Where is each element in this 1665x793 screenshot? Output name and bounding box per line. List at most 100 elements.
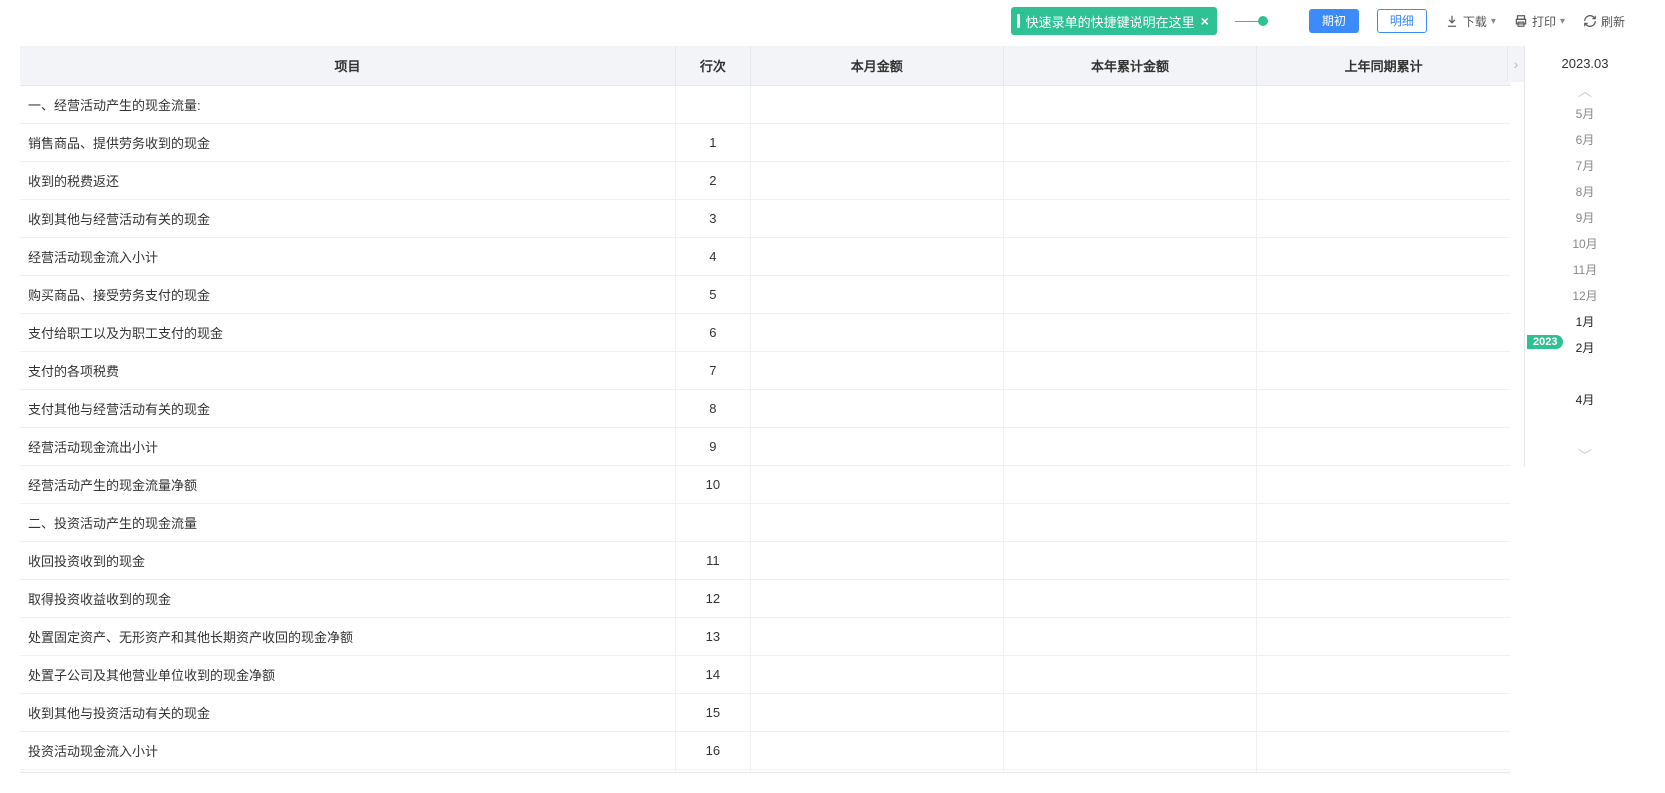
table-row[interactable]: 收到其他与投资活动有关的现金15	[20, 694, 1510, 732]
table-row[interactable]: 投资活动现金流入小计16	[20, 732, 1510, 770]
table-row[interactable]: 销售商品、提供劳务收到的现金1	[20, 124, 1510, 162]
cell-rownum: 4	[676, 238, 751, 276]
table-row[interactable]: 收到其他与经营活动有关的现金3	[20, 200, 1510, 238]
month-item[interactable]: 1月	[1525, 309, 1645, 335]
table-row[interactable]: 收到的税费返还2	[20, 162, 1510, 200]
cell-year	[1003, 504, 1256, 542]
table-row[interactable]: 经营活动产生的现金流量净额10	[20, 466, 1510, 504]
col-item: 项目	[20, 46, 676, 86]
cell-item: 二、投资活动产生的现金流量	[20, 504, 676, 542]
table-row[interactable]: 经营活动现金流入小计4	[20, 238, 1510, 276]
cell-month	[750, 276, 1003, 314]
table-row[interactable]: 处置子公司及其他营业单位收到的现金净额14	[20, 656, 1510, 694]
download-button[interactable]: 下载 ▾	[1445, 13, 1496, 30]
cell-month	[750, 542, 1003, 580]
cell-rownum: 6	[676, 314, 751, 352]
cell-month	[750, 770, 1003, 773]
mingxi-button[interactable]: 明细	[1377, 9, 1427, 33]
close-icon[interactable]: ×	[1201, 13, 1209, 29]
month-item[interactable]: 12月	[1525, 283, 1645, 309]
table-row[interactable]: 二、投资活动产生的现金流量	[20, 504, 1510, 542]
download-label: 下载	[1463, 13, 1487, 30]
table-row[interactable]: 购建固定资产、无形资产和其他长期资产所支付的现金17	[20, 770, 1510, 773]
month-item[interactable]: 10月	[1525, 231, 1645, 257]
col-month: 本月金额	[750, 46, 1003, 86]
month-item[interactable]: 7月	[1525, 153, 1645, 179]
col-last: 上年同期累计	[1257, 46, 1510, 86]
table-row[interactable]: 一、经营活动产生的现金流量:	[20, 86, 1510, 124]
cell-month	[750, 618, 1003, 656]
month-label: 8月	[1576, 185, 1595, 199]
tip-connector	[1235, 21, 1263, 22]
cell-rownum: 17	[676, 770, 751, 773]
refresh-icon	[1583, 14, 1597, 28]
table-row[interactable]: 处置固定资产、无形资产和其他长期资产收回的现金净额13	[20, 618, 1510, 656]
month-item[interactable]: 8月	[1525, 179, 1645, 205]
qichu-button[interactable]: 期初	[1309, 9, 1359, 33]
year-badge: 2023	[1527, 335, 1563, 349]
cell-last	[1257, 238, 1510, 276]
cell-last	[1257, 542, 1510, 580]
cell-item: 收到其他与经营活动有关的现金	[20, 200, 676, 238]
cell-month	[750, 732, 1003, 770]
cell-last	[1257, 770, 1510, 773]
cell-item: 支付给职工以及为职工支付的现金	[20, 314, 676, 352]
cell-last	[1257, 694, 1510, 732]
table-row[interactable]: 收回投资收到的现金11	[20, 542, 1510, 580]
table-row[interactable]: 取得投资收益收到的现金12	[20, 580, 1510, 618]
cell-item: 购买商品、接受劳务支付的现金	[20, 276, 676, 314]
chevron-down-icon: ▾	[1491, 16, 1496, 27]
cell-month	[750, 428, 1003, 466]
cell-month	[750, 694, 1003, 732]
month-label: 5月	[1576, 107, 1595, 121]
cell-last	[1257, 618, 1510, 656]
table-row[interactable]: 支付其他与经营活动有关的现金8	[20, 390, 1510, 428]
print-button[interactable]: 打印 ▾	[1514, 13, 1565, 30]
month-item[interactable]: 5月	[1525, 101, 1645, 127]
cell-item: 收到其他与投资活动有关的现金	[20, 694, 676, 732]
cell-year	[1003, 314, 1256, 352]
month-item[interactable]: 3月	[1525, 361, 1645, 387]
month-item[interactable]: 11月	[1525, 257, 1645, 283]
table-row[interactable]: 支付的各项税费7	[20, 352, 1510, 390]
month-item[interactable]: 9月	[1525, 205, 1645, 231]
cell-year	[1003, 428, 1256, 466]
cell-rownum: 16	[676, 732, 751, 770]
cell-month	[750, 656, 1003, 694]
cell-month	[750, 124, 1003, 162]
app-root: 快速录单的快捷键说明在这里 × 期初 明细 下载 ▾ 打印 ▾ 刷新 ›	[0, 0, 1665, 793]
tip-pill: 快速录单的快捷键说明在这里 ×	[1011, 7, 1217, 35]
cell-rownum: 9	[676, 428, 751, 466]
cell-year	[1003, 466, 1256, 504]
table-row[interactable]: 购买商品、接受劳务支付的现金5	[20, 276, 1510, 314]
refresh-button[interactable]: 刷新	[1583, 13, 1625, 30]
cell-last	[1257, 352, 1510, 390]
cell-rownum: 3	[676, 200, 751, 238]
cell-last	[1257, 124, 1510, 162]
cell-item: 销售商品、提供劳务收到的现金	[20, 124, 676, 162]
scroll-up-button[interactable]: ︿	[1525, 81, 1645, 101]
cell-item: 收回投资收到的现金	[20, 542, 676, 580]
cell-item: 经营活动产生的现金流量净额	[20, 466, 676, 504]
scroll-down-button[interactable]: ﹀	[1525, 446, 1645, 466]
cell-rownum: 15	[676, 694, 751, 732]
print-icon	[1514, 14, 1528, 28]
month-item[interactable]: 4月	[1525, 387, 1645, 413]
cell-month	[750, 314, 1003, 352]
refresh-label: 刷新	[1601, 13, 1625, 30]
cell-last	[1257, 580, 1510, 618]
collapse-chevron[interactable]: ›	[1507, 46, 1524, 82]
cell-rownum: 14	[676, 656, 751, 694]
cell-rownum: 2	[676, 162, 751, 200]
month-item[interactable]: 6月	[1525, 127, 1645, 153]
cell-item: 处置子公司及其他营业单位收到的现金净额	[20, 656, 676, 694]
cell-month	[750, 86, 1003, 124]
table-row[interactable]: 经营活动现金流出小计9	[20, 428, 1510, 466]
cell-last	[1257, 732, 1510, 770]
table-scroll[interactable]: 项目 行次 本月金额 本年累计金额 上年同期累计 一、经营活动产生的现金流量:销…	[20, 46, 1510, 772]
download-icon	[1445, 14, 1459, 28]
cell-rownum: 8	[676, 390, 751, 428]
cell-item: 收到的税费返还	[20, 162, 676, 200]
table-row[interactable]: 支付给职工以及为职工支付的现金6	[20, 314, 1510, 352]
cell-year	[1003, 276, 1256, 314]
